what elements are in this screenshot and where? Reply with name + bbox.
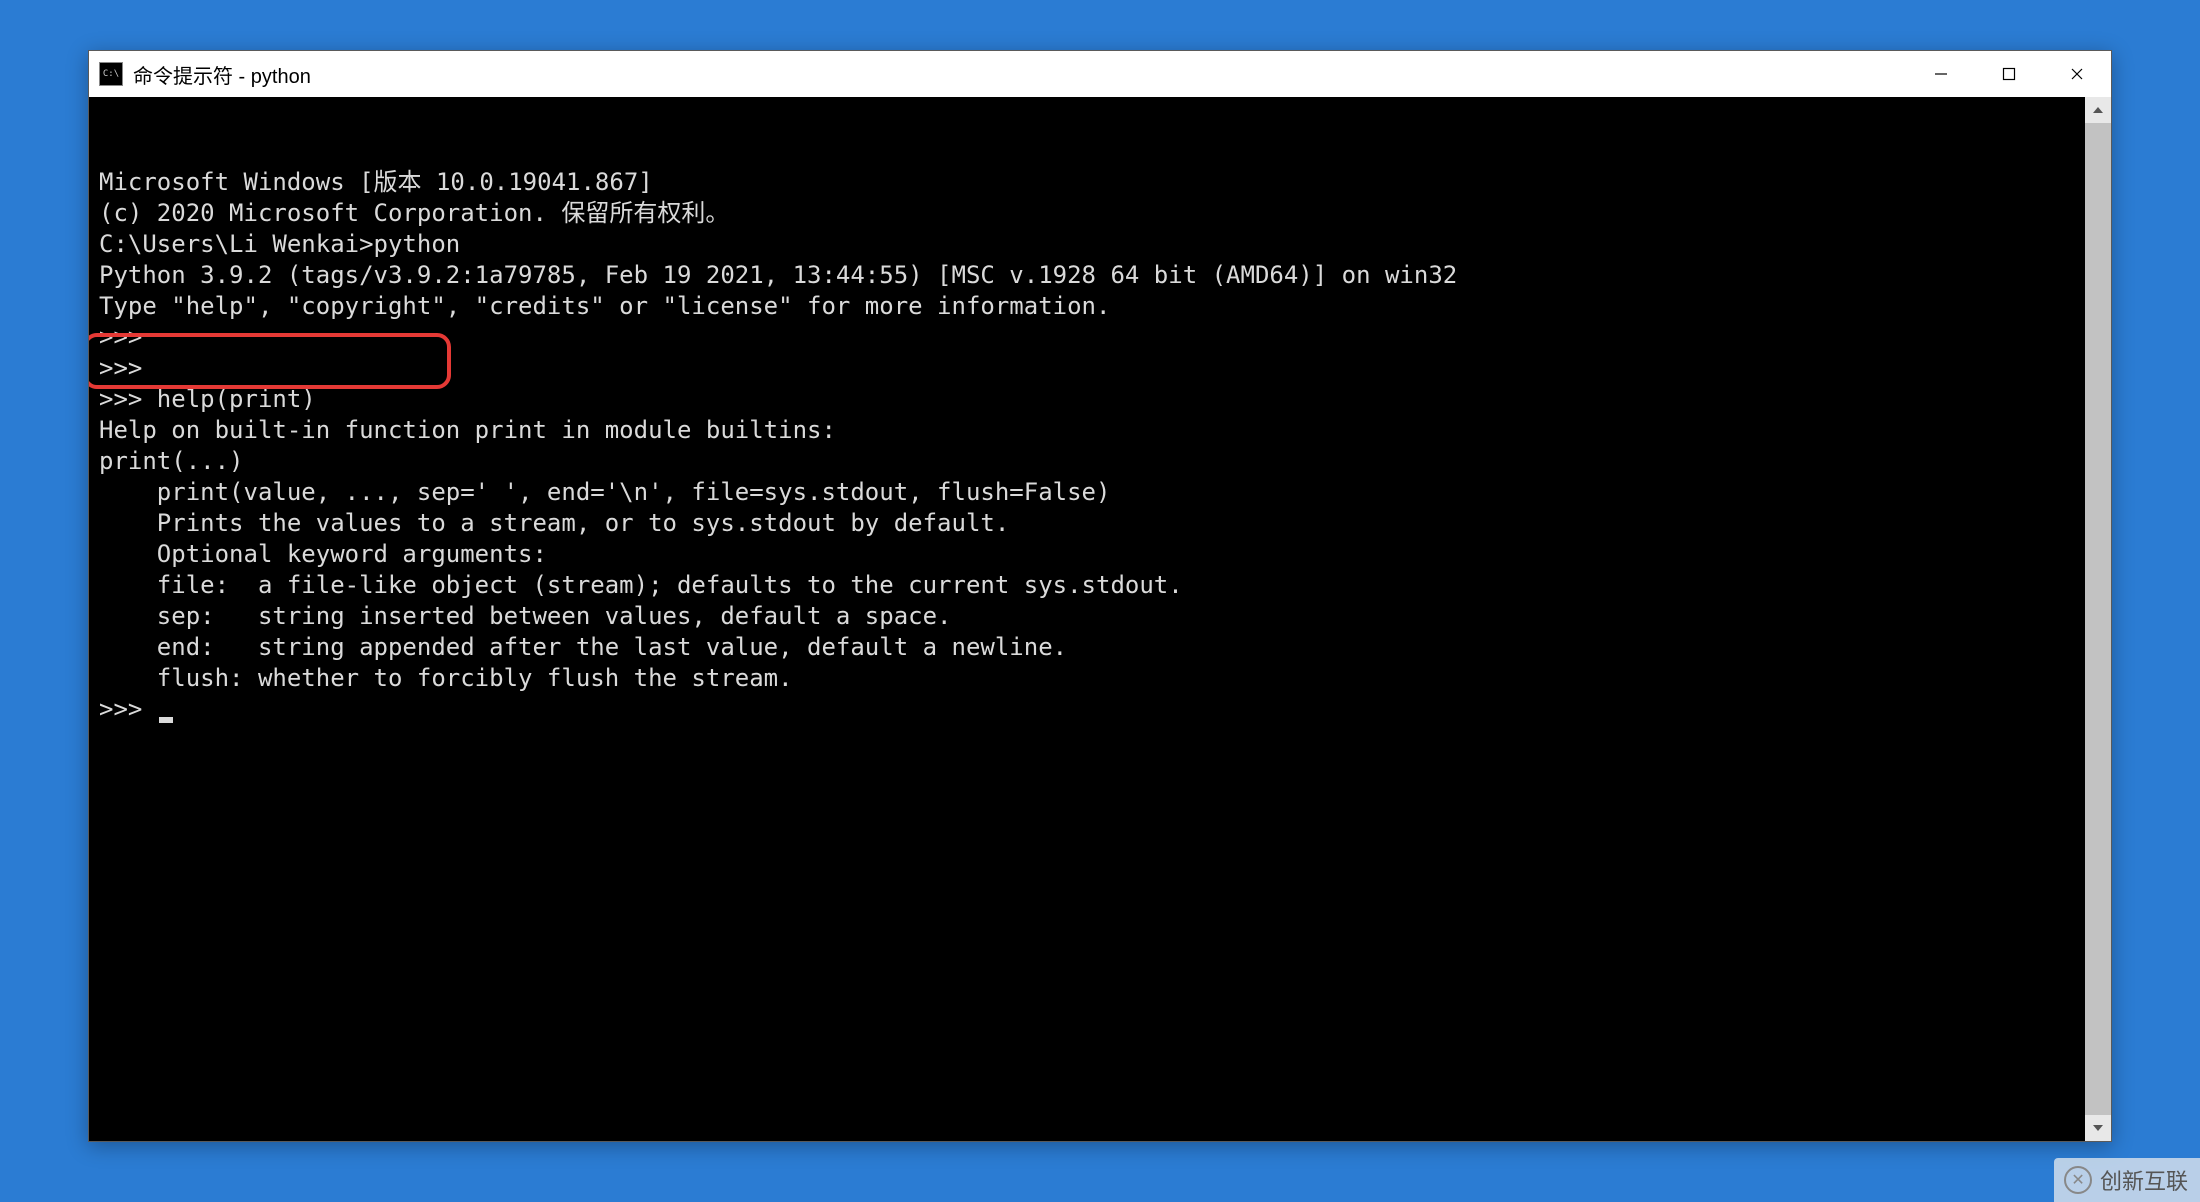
watermark: ✕ 创新互联 — [2054, 1158, 2200, 1202]
terminal-line: >>> — [99, 694, 2111, 725]
cmd-icon: C:\ — [99, 62, 123, 86]
terminal-line: Python 3.9.2 (tags/v3.9.2:1a79785, Feb 1… — [99, 260, 2111, 291]
window-title: 命令提示符 - python — [133, 60, 311, 89]
terminal-line: >>> — [99, 353, 2111, 384]
scrollbar-down-arrow[interactable] — [2085, 1115, 2111, 1141]
scrollbar-track[interactable] — [2085, 97, 2111, 1141]
window-controls — [1907, 51, 2111, 97]
terminal-line: print(...) — [99, 446, 2111, 477]
maximize-button[interactable] — [1975, 51, 2043, 97]
terminal-line: >>> — [99, 322, 2111, 353]
terminal-line: Help on built-in function print in modul… — [99, 415, 2111, 446]
watermark-text: 创新互联 — [2100, 1164, 2188, 1196]
terminal-line: file: a file-like object (stream); defau… — [99, 570, 2111, 601]
terminal-line: C:\Users\Li Wenkai>python — [99, 229, 2111, 260]
terminal-line: sep: string inserted between values, def… — [99, 601, 2111, 632]
terminal-line: Prints the values to a stream, or to sys… — [99, 508, 2111, 539]
terminal-line: flush: whether to forcibly flush the str… — [99, 663, 2111, 694]
terminal-line: print(value, ..., sep=' ', end='\n', fil… — [99, 477, 2111, 508]
terminal-line: Optional keyword arguments: — [99, 539, 2111, 570]
minimize-icon — [1933, 66, 1949, 82]
scrollbar-up-arrow[interactable] — [2085, 97, 2111, 123]
titlebar[interactable]: C:\ 命令提示符 - python — [89, 51, 2111, 97]
terminal-line: Type "help", "copyright", "credits" or "… — [99, 291, 2111, 322]
terminal-content: Microsoft Windows [版本 10.0.19041.867](c)… — [99, 167, 2111, 725]
terminal-line: Microsoft Windows [版本 10.0.19041.867] — [99, 167, 2111, 198]
terminal-line: >>> help(print) — [99, 384, 2111, 415]
terminal-cursor — [159, 717, 173, 723]
close-button[interactable] — [2043, 51, 2111, 97]
terminal-area[interactable]: Microsoft Windows [版本 10.0.19041.867](c)… — [89, 97, 2111, 1141]
minimize-button[interactable] — [1907, 51, 1975, 97]
chevron-up-icon — [2093, 107, 2103, 113]
scrollbar-thumb[interactable] — [2085, 123, 2111, 1115]
chevron-down-icon — [2093, 1125, 2103, 1131]
maximize-icon — [2001, 66, 2017, 82]
watermark-logo-icon: ✕ — [2064, 1166, 2092, 1194]
close-icon — [2069, 66, 2085, 82]
cmd-window: C:\ 命令提示符 - python Microsoft Windows [版本… — [88, 50, 2112, 1142]
terminal-line: end: string appended after the last valu… — [99, 632, 2111, 663]
terminal-line: (c) 2020 Microsoft Corporation. 保留所有权利。 — [99, 198, 2111, 229]
